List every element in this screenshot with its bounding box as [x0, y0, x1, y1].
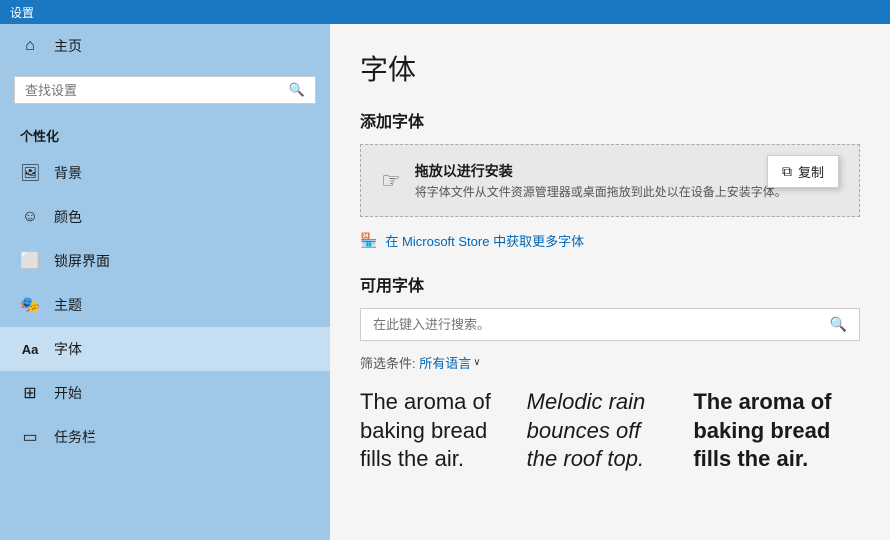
page-title: 字体: [360, 48, 860, 88]
main-container: ⌂ 主页 🔍 个性化 🖼 背景 ☺ 颜色 ⬜ 锁屏界面 🎭 主题 Aa: [0, 24, 890, 540]
copy-tooltip: ⧉ 复制: [767, 155, 839, 188]
sidebar-item-home[interactable]: ⌂ 主页: [0, 24, 330, 68]
font-search-box[interactable]: 🔍: [360, 308, 860, 341]
store-link-text: 在 Microsoft Store 中获取更多字体: [385, 231, 584, 250]
sidebar-item-lockscreen[interactable]: ⬜ 锁屏界面: [0, 239, 330, 283]
sidebar-search[interactable]: 🔍: [14, 76, 316, 104]
drop-zone-sub-text: 将字体文件从文件资源管理器或桌面拖放到此处以在设备上安装字体。: [415, 183, 787, 200]
title-bar: 设置: [0, 0, 890, 24]
sidebar-theme-label: 主题: [54, 295, 82, 315]
sidebar-item-color[interactable]: ☺ 颜色: [0, 195, 330, 239]
chevron-down-icon: ∨: [473, 357, 480, 368]
sidebar-item-start[interactable]: ⊞ 开始: [0, 371, 330, 415]
title-bar-label: 设置: [10, 4, 34, 21]
home-icon: ⌂: [20, 37, 40, 55]
filter-value[interactable]: 所有语言: [419, 353, 471, 372]
font-preview-text-2: Melodic rain bounces off the roof top.: [527, 388, 674, 474]
lockscreen-icon: ⬜: [20, 251, 40, 271]
color-icon: ☺: [20, 208, 40, 226]
font-card-1[interactable]: The aroma of baking bread fills the air.: [360, 388, 527, 474]
sidebar: ⌂ 主页 🔍 个性化 🖼 背景 ☺ 颜色 ⬜ 锁屏界面 🎭 主题 Aa: [0, 24, 330, 540]
sidebar-item-background[interactable]: 🖼 背景: [0, 151, 330, 195]
filter-label: 筛选条件:: [360, 353, 416, 372]
drop-zone-text-container: 拖放以进行安装 将字体文件从文件资源管理器或桌面拖放到此处以在设备上安装字体。: [415, 161, 787, 200]
tooltip-label: 复制: [798, 162, 824, 181]
sidebar-section-label: 个性化: [0, 116, 330, 151]
sidebar-background-label: 背景: [54, 163, 82, 183]
sidebar-item-theme[interactable]: 🎭 主题: [0, 283, 330, 327]
sidebar-start-label: 开始: [54, 383, 82, 403]
filter-row: 筛选条件: 所有语言 ∨: [360, 353, 860, 372]
content-area: 字体 添加字体 ☞ 拖放以进行安装 将字体文件从文件资源管理器或桌面拖放到此处以…: [330, 24, 890, 540]
drop-zone-main-text: 拖放以进行安装: [415, 161, 787, 181]
font-card-3[interactable]: The aroma of baking bread fills the air.: [693, 388, 860, 474]
available-fonts-title: 可用字体: [360, 272, 860, 296]
sidebar-search-input[interactable]: [25, 83, 289, 98]
sidebar-color-label: 颜色: [54, 207, 82, 227]
sidebar-item-font[interactable]: Aa 字体: [0, 327, 330, 371]
drop-zone[interactable]: ☞ 拖放以进行安装 将字体文件从文件资源管理器或桌面拖放到此处以在设备上安装字体…: [360, 144, 860, 217]
sidebar-item-taskbar[interactable]: ▭ 任务栏: [0, 415, 330, 459]
sidebar-taskbar-label: 任务栏: [54, 427, 96, 447]
add-font-section-title: 添加字体: [360, 108, 860, 132]
sidebar-search-icon: 🔍: [289, 82, 305, 98]
font-card-2[interactable]: Melodic rain bounces off the roof top.: [527, 388, 694, 474]
font-preview-grid: The aroma of baking bread fills the air.…: [360, 388, 860, 474]
store-link[interactable]: 🏪 在 Microsoft Store 中获取更多字体: [360, 231, 860, 250]
copy-icon: ⧉: [782, 163, 792, 180]
sidebar-home-label: 主页: [54, 36, 82, 56]
sidebar-font-label: 字体: [54, 339, 82, 359]
store-icon: 🏪: [360, 232, 377, 249]
start-icon: ⊞: [20, 383, 40, 403]
font-preview-text-1: The aroma of baking bread fills the air.: [360, 388, 507, 474]
taskbar-icon: ▭: [20, 427, 40, 447]
font-search-input[interactable]: [373, 317, 830, 332]
background-icon: 🖼: [20, 163, 40, 183]
font-icon: Aa: [20, 342, 40, 357]
font-search-icon: 🔍: [830, 316, 847, 333]
drop-cursor-icon: ☞: [381, 168, 401, 194]
theme-icon: 🎭: [20, 295, 40, 315]
font-preview-text-3: The aroma of baking bread fills the air.: [693, 388, 840, 474]
sidebar-lockscreen-label: 锁屏界面: [54, 251, 110, 271]
